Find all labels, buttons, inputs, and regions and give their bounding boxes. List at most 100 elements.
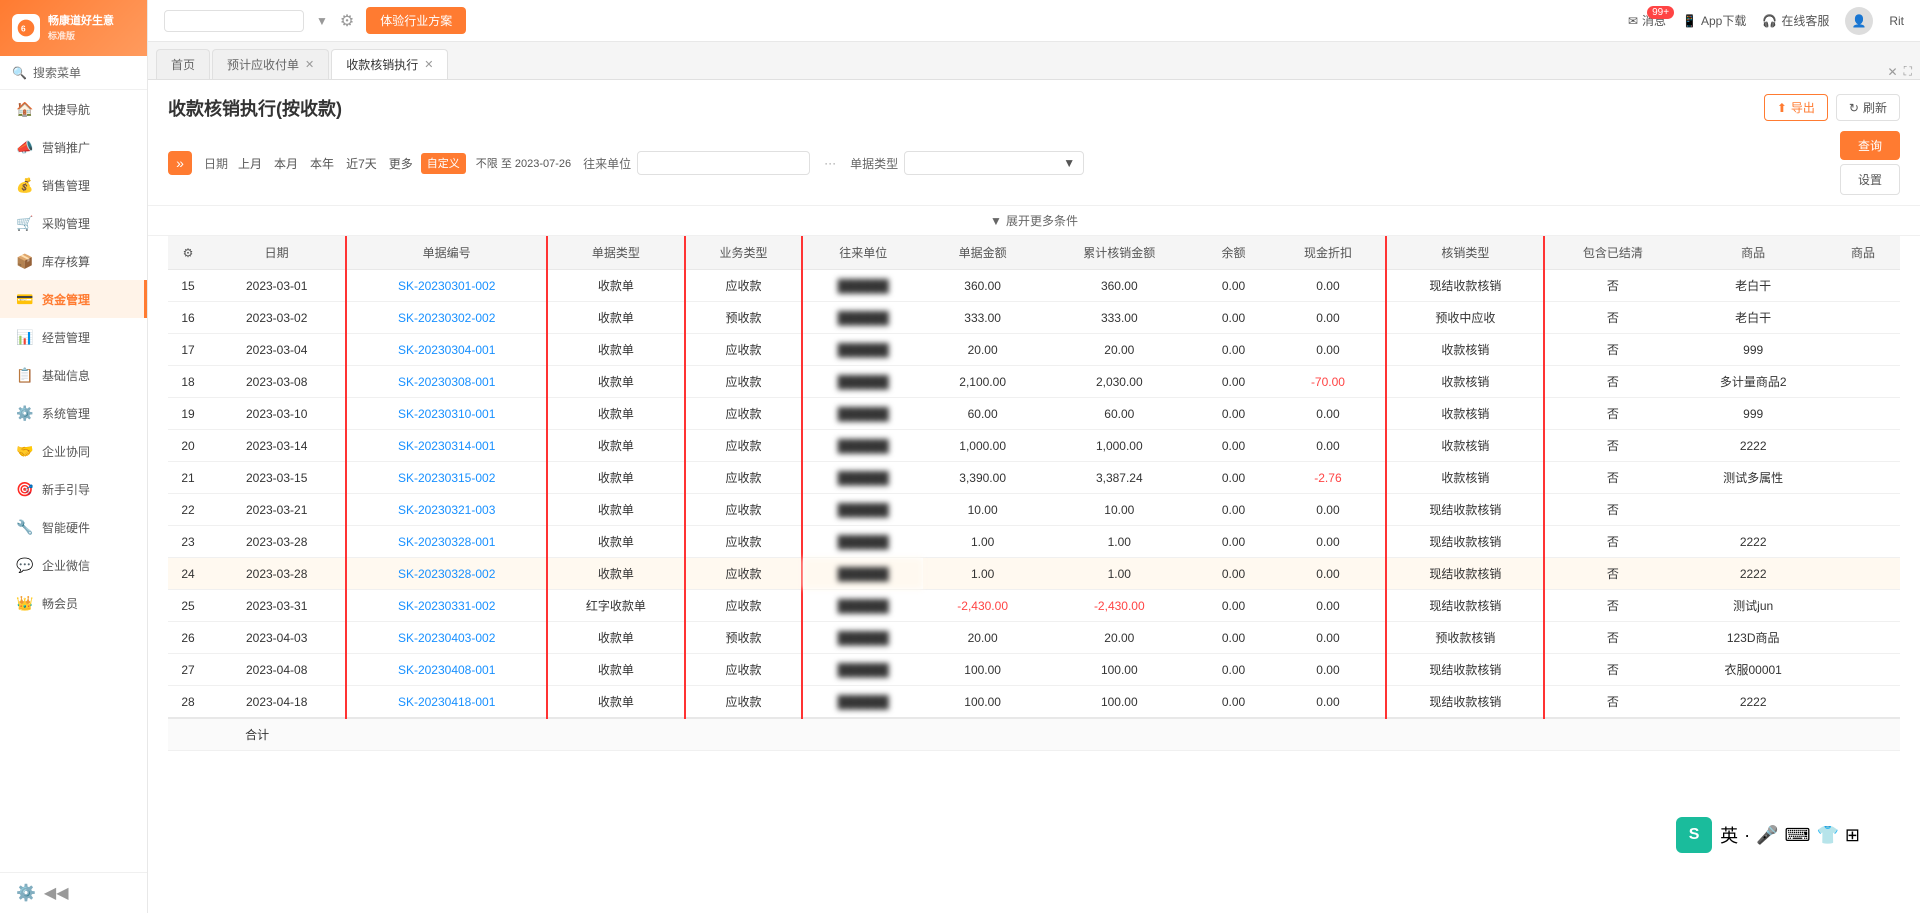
solution-button[interactable]: 体验行业方案: [366, 7, 466, 34]
doc-no-link[interactable]: SK-20230314-001: [398, 439, 495, 453]
sidebar-logo: 6 畅康道好生意 标准版: [0, 0, 147, 56]
th-product2[interactable]: 商品: [1826, 236, 1900, 270]
setting-button[interactable]: 设置: [1840, 164, 1900, 195]
doc-no-link[interactable]: SK-20230418-001: [398, 695, 495, 709]
user-avatar[interactable]: 👤: [1845, 7, 1873, 35]
doc-no-link[interactable]: SK-20230408-001: [398, 663, 495, 677]
filter-doctype-select[interactable]: ▼: [904, 151, 1084, 175]
sidebar-search[interactable]: 🔍 搜索菜单: [0, 56, 147, 90]
refresh-button[interactable]: ↻ 刷新: [1836, 94, 1900, 121]
td-doc-no[interactable]: SK-20230302-002: [346, 302, 547, 334]
sidebar-item-purchase[interactable]: 🛒 采购管理: [0, 204, 147, 242]
td-doc-no[interactable]: SK-20230418-001: [346, 686, 547, 719]
th-unit[interactable]: 往来单位: [802, 236, 923, 270]
filter-unit-input[interactable]: [637, 151, 810, 175]
td-doc-no[interactable]: SK-20230310-001: [346, 398, 547, 430]
sidebar-item-operations[interactable]: 📊 经营管理: [0, 318, 147, 356]
th-balance[interactable]: 余额: [1197, 236, 1271, 270]
td-doc-no[interactable]: SK-20230331-002: [346, 590, 547, 622]
watermark-icon-5[interactable]: 👕: [1816, 825, 1838, 846]
collapse-icon[interactable]: ◀◀: [44, 883, 69, 903]
td-doc-no[interactable]: SK-20230403-002: [346, 622, 547, 654]
expand-more-button[interactable]: ▼ 展开更多条件: [990, 212, 1078, 229]
doc-no-link[interactable]: SK-20230308-001: [398, 375, 495, 389]
th-gear[interactable]: ⚙: [168, 236, 208, 270]
watermark-icon-3[interactable]: 🎤: [1756, 825, 1778, 846]
sidebar-item-marketing[interactable]: 📣 营销推广: [0, 128, 147, 166]
topbar-dropdown-icon[interactable]: ▼: [316, 14, 328, 28]
phone-icon: 📱: [1682, 14, 1697, 28]
topbar-app-download[interactable]: 📱 App下载: [1682, 12, 1746, 29]
watermark-icon-1[interactable]: 英: [1720, 822, 1738, 848]
doc-no-link[interactable]: SK-20230328-002: [398, 567, 495, 581]
td-doc-no[interactable]: SK-20230304-001: [346, 334, 547, 366]
tab-close-all-icon[interactable]: ✕: [1888, 65, 1898, 79]
doc-no-link[interactable]: SK-20230304-001: [398, 343, 495, 357]
td-doc-no[interactable]: SK-20230314-001: [346, 430, 547, 462]
export-button[interactable]: ⬆ 导出: [1764, 94, 1828, 121]
sidebar-item-hardware[interactable]: 🔧 智能硬件: [0, 508, 147, 546]
th-doc-type[interactable]: 单据类型: [547, 236, 685, 270]
td-doc-no[interactable]: SK-20230321-003: [346, 494, 547, 526]
sidebar-item-system[interactable]: ⚙️ 系统管理: [0, 394, 147, 432]
filter-date-last-month[interactable]: 上月: [234, 153, 266, 174]
td-doc-no[interactable]: SK-20230408-001: [346, 654, 547, 686]
th-include-settled[interactable]: 包含已结清: [1544, 236, 1680, 270]
sidebar-item-sales[interactable]: 💰 销售管理: [0, 166, 147, 204]
th-writeoff-amount[interactable]: 累计核销金额: [1042, 236, 1197, 270]
th-date[interactable]: 日期: [208, 236, 346, 270]
doc-no-link[interactable]: SK-20230321-003: [398, 503, 495, 517]
doc-no-link[interactable]: SK-20230310-001: [398, 407, 495, 421]
topbar-search-input[interactable]: [164, 10, 304, 32]
doc-no-link[interactable]: SK-20230302-002: [398, 311, 495, 325]
td-doc-no[interactable]: SK-20230328-001: [346, 526, 547, 558]
watermark-icon-4[interactable]: ⌨: [1785, 825, 1811, 846]
sidebar-item-enterprise[interactable]: 🤝 企业协同: [0, 432, 147, 470]
td-doc-no[interactable]: SK-20230328-002: [346, 558, 547, 590]
td-doc-no[interactable]: SK-20230301-002: [346, 270, 547, 302]
query-button[interactable]: 查询: [1840, 131, 1900, 160]
topbar-message[interactable]: ✉ 消息 99+: [1628, 12, 1666, 29]
doc-no-link[interactable]: SK-20230301-002: [398, 279, 495, 293]
watermark-icon-2[interactable]: ·: [1744, 825, 1750, 846]
doc-no-link[interactable]: SK-20230403-002: [398, 631, 495, 645]
watermark-icon-6[interactable]: ⊞: [1845, 825, 1860, 846]
td-unit: ██████: [802, 526, 923, 558]
doc-no-link[interactable]: SK-20230315-002: [398, 471, 495, 485]
tabs-actions: ✕ ⛶: [1888, 64, 1912, 79]
filter-date-custom-button[interactable]: 自定义: [421, 153, 466, 174]
td-product2: [1826, 366, 1900, 398]
doc-no-link[interactable]: SK-20230331-002: [398, 599, 495, 613]
th-doc-no[interactable]: 单据编号: [346, 236, 547, 270]
sidebar-item-wechat[interactable]: 💬 企业微信: [0, 546, 147, 584]
doc-no-link[interactable]: SK-20230328-001: [398, 535, 495, 549]
th-cash-discount[interactable]: 现金折扣: [1271, 236, 1387, 270]
td-doc-no[interactable]: SK-20230308-001: [346, 366, 547, 398]
filter-date-more[interactable]: 更多: [385, 153, 417, 174]
topbar-gear-icon[interactable]: ⚙: [340, 11, 354, 31]
td-doc-no[interactable]: SK-20230315-002: [346, 462, 547, 494]
tab-writeoff[interactable]: 收款核销执行 ✕: [331, 49, 448, 79]
sidebar-item-inventory[interactable]: 📦 库存核算: [0, 242, 147, 280]
sidebar-item-basics[interactable]: 📋 基础信息: [0, 356, 147, 394]
settings-icon[interactable]: ⚙️: [16, 883, 36, 903]
tab-writeoff-close[interactable]: ✕: [424, 58, 433, 71]
filter-date-this-month[interactable]: 本月: [270, 153, 302, 174]
filter-toggle-button[interactable]: »: [168, 151, 192, 175]
tab-prepay-close[interactable]: ✕: [305, 58, 314, 71]
tab-prepay[interactable]: 预计应收付单 ✕: [212, 49, 329, 79]
tab-home[interactable]: 首页: [156, 49, 210, 79]
tab-expand-icon[interactable]: ⛶: [1904, 64, 1912, 79]
th-product1[interactable]: 商品: [1680, 236, 1826, 270]
sidebar-item-finance[interactable]: 💳 资金管理: [0, 280, 147, 318]
filter-date-7days[interactable]: 近7天: [342, 153, 381, 174]
sidebar-item-member[interactable]: 👑 畅会员: [0, 584, 147, 622]
sidebar-item-shortcut[interactable]: 🏠 快捷导航: [0, 90, 147, 128]
filter-date-this-year[interactable]: 本年: [306, 153, 338, 174]
topbar-online-service[interactable]: 🎧 在线客服: [1762, 12, 1829, 29]
td-amount: 2,100.00: [923, 366, 1042, 398]
th-cancel-type[interactable]: 核销类型: [1386, 236, 1544, 270]
sidebar-item-guide[interactable]: 🎯 新手引导: [0, 470, 147, 508]
th-biz-type[interactable]: 业务类型: [685, 236, 803, 270]
th-amount[interactable]: 单据金额: [923, 236, 1042, 270]
